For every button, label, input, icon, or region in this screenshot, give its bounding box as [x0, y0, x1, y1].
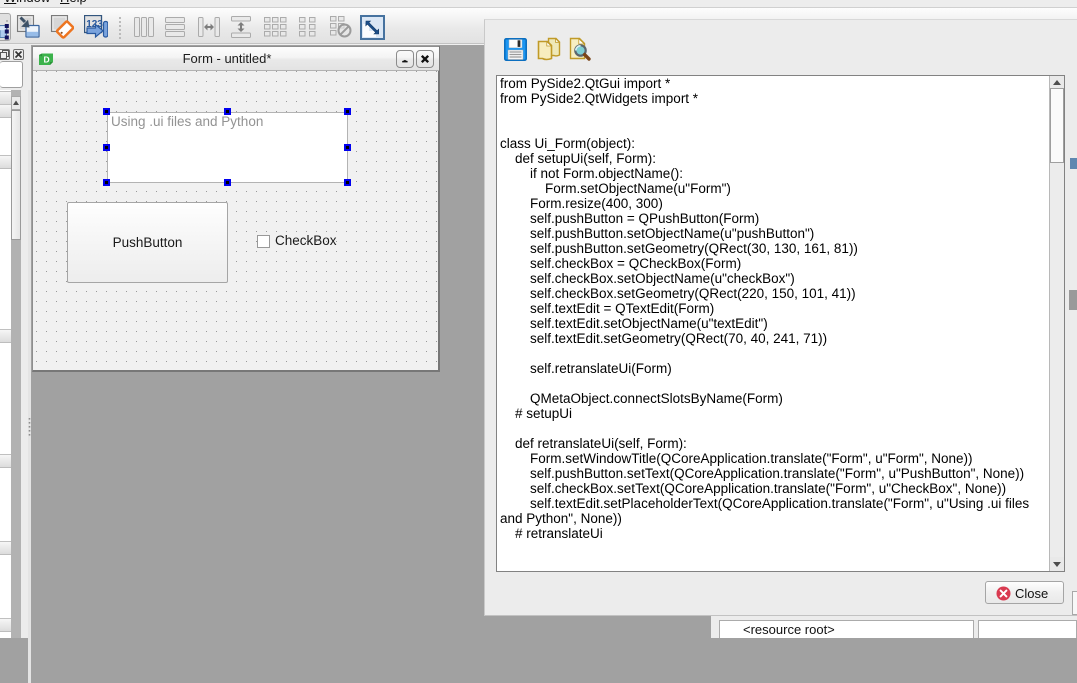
- svg-text:D: D: [44, 55, 50, 65]
